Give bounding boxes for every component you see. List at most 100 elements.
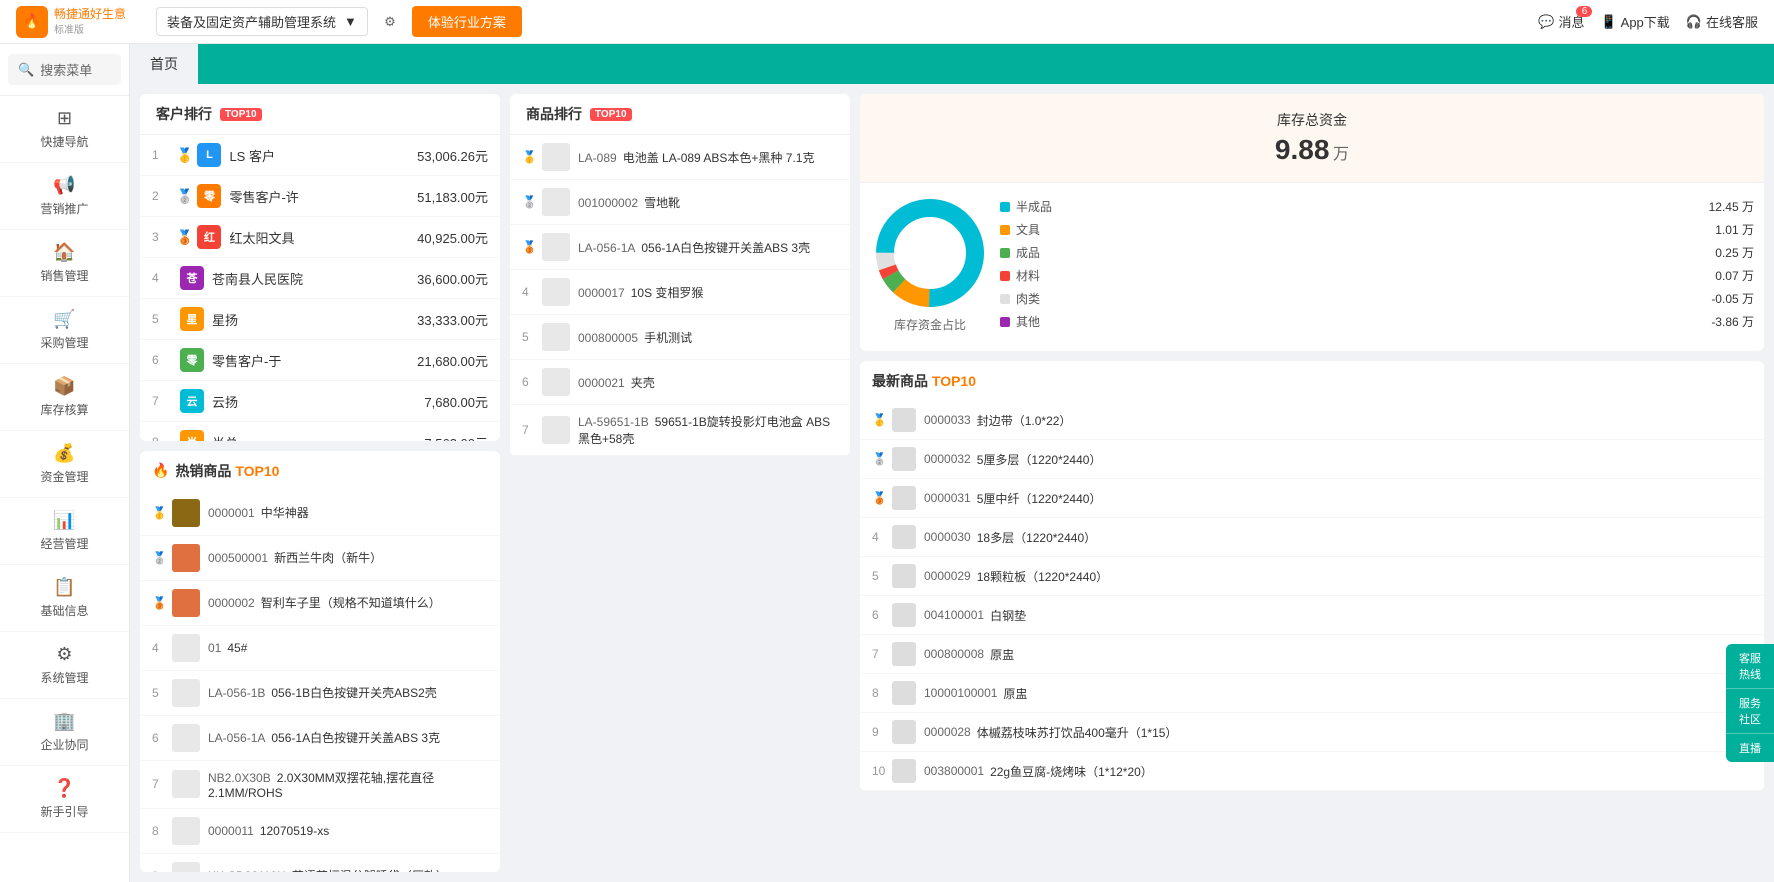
inventory-label: 库存核算 (40, 401, 88, 418)
list-item: 4 0000030 18多层（1220*2440） (860, 518, 1764, 557)
sidebar-item-enterprise[interactable]: 🏢 企业协同 (0, 699, 129, 766)
legend-item: 材料 0.07 万 (1000, 267, 1754, 284)
product-image (172, 634, 200, 662)
purchase-label: 采购管理 (40, 334, 88, 351)
sidebar-item-marketing[interactable]: 📢 营销推广 (0, 163, 129, 230)
sidebar-item-finance[interactable]: 💰 资金管理 (0, 431, 129, 498)
avatar: 零 (197, 184, 221, 208)
inventory-total-label: 库存总资金 (876, 110, 1748, 130)
donut-chart (870, 193, 990, 313)
list-item: 8 10000100001 原盅 (860, 674, 1764, 713)
legend-color (1000, 294, 1010, 304)
list-item: 🥇 0000001中华神器 (140, 491, 500, 536)
product-image (172, 544, 200, 572)
search-menu-button[interactable]: 🔍 搜索菜单 (8, 54, 121, 85)
finance-label: 资金管理 (40, 468, 88, 485)
message-icon: 💬 (1538, 14, 1554, 30)
list-item: 8 000001112070519-xs (140, 809, 500, 854)
main-layout: 🔍 搜索菜单 ⊞ 快捷导航 📢 营销推广 🏠 销售管理 🛒 采购管理 📦 库存核… (0, 44, 1774, 882)
medal-icon: 🥇 (176, 147, 193, 164)
chart-label: 库存资金占比 (870, 316, 990, 341)
np-image (892, 720, 916, 744)
sidebar-item-purchase[interactable]: 🛒 采购管理 (0, 297, 129, 364)
table-row: 6 0000021夹壳 (510, 360, 850, 405)
product-image (542, 233, 570, 261)
gear-button[interactable]: ⚙ (376, 8, 404, 36)
phone-icon: 📱 (1600, 14, 1616, 30)
table-row: 5 星 星扬 33,333.00元 (140, 299, 500, 340)
dropdown-icon: ▼ (344, 14, 357, 29)
new-products-label: 最新商品 TOP10 (872, 371, 976, 391)
sidebar-item-quick-nav[interactable]: ⊞ 快捷导航 (0, 96, 129, 163)
marketing-icon: 📢 (53, 175, 75, 196)
logo-text-block: 畅捷通好生意 标准版 (54, 7, 126, 36)
float-service: 客服热线 服务社区 直播 (1726, 644, 1774, 762)
top-bar: 🔥 畅捷通好生意 标准版 装备及固定资产辅助管理系统 ▼ ⚙ 体验行业方案 💬 … (0, 0, 1774, 44)
system-selector[interactable]: 装备及固定资产辅助管理系统 ▼ (156, 7, 368, 36)
middle-panel: 商品排行 TOP10 🥇 LA-089电池盖 LA-089 ABS本色+黑种 7… (510, 84, 850, 882)
np-image (892, 525, 916, 549)
product-ranking-list: 🥇 LA-089电池盖 LA-089 ABS本色+黑种 7.1克 🥈 00100… (510, 135, 850, 456)
product-image (172, 817, 200, 845)
app-download-button[interactable]: 📱 App下载 (1600, 12, 1669, 31)
left-panel: 客户排行 TOP10 1 🥇 L LS 客户 53,006.26元 2 (130, 84, 510, 882)
live-button[interactable]: 直播 (1726, 734, 1774, 762)
table-row: 1 🥇 L LS 客户 53,006.26元 (140, 135, 500, 176)
product-image (172, 679, 200, 707)
right-panel: 库存总资金 9.88 万 (850, 84, 1774, 882)
inventory-icon: 📦 (53, 376, 75, 397)
table-row: 5 000800005手机测试 (510, 315, 850, 360)
medal-icon: 🥉 (176, 229, 193, 246)
sidebar-item-guide[interactable]: ❓ 新手引导 (0, 766, 129, 833)
sidebar-item-base[interactable]: 📋 基础信息 (0, 565, 129, 632)
legend-item: 文具 1.01 万 (1000, 221, 1754, 238)
avatar: 肖 (180, 430, 204, 441)
system-icon: ⚙ (56, 644, 72, 665)
sales-label: 销售管理 (40, 267, 88, 284)
list-item: 🥇 0000033 封边带（1.0*22） (860, 401, 1764, 440)
content-area: 首页 客户排行 TOP10 1 🥇 L LS 客户 (130, 44, 1774, 882)
product-ranking-title: 商品排行 (526, 104, 582, 124)
table-row: 2 🥈 零 零售客户-许 51,183.00元 (140, 176, 500, 217)
service-label: 在线客服 (1706, 12, 1758, 31)
sidebar-item-system[interactable]: ⚙ 系统管理 (0, 632, 129, 699)
sidebar-item-operation[interactable]: 📊 经营管理 (0, 498, 129, 565)
sidebar-item-inventory[interactable]: 📦 库存核算 (0, 364, 129, 431)
search-icon: 🔍 (18, 62, 34, 78)
sales-icon: 🏠 (53, 242, 75, 263)
page-content: 客户排行 TOP10 1 🥇 L LS 客户 53,006.26元 2 (130, 84, 1774, 882)
top-right-actions: 💬 消息 6 📱 App下载 🎧 在线客服 (1538, 12, 1758, 31)
inventory-card: 库存总资金 9.88 万 (860, 94, 1764, 351)
avatar: 红 (197, 225, 221, 249)
tab-home[interactable]: 首页 (130, 44, 198, 84)
customer-service-button[interactable]: 客服热线 (1726, 644, 1774, 689)
avatar: 苍 (180, 266, 204, 290)
np-image (892, 408, 916, 432)
online-service-button[interactable]: 🎧 在线客服 (1686, 12, 1758, 31)
inventory-legend: 半成品 12.45 万 文具 1.01 万 成品 0 (1000, 198, 1754, 336)
product-image (542, 278, 570, 306)
sidebar-item-sales[interactable]: 🏠 销售管理 (0, 230, 129, 297)
message-button[interactable]: 💬 消息 6 (1538, 12, 1584, 31)
search-label: 搜索菜单 (40, 60, 92, 79)
table-row: 7 云 云扬 7,680.00元 (140, 381, 500, 422)
product-image (172, 724, 200, 752)
table-row: 🥉 LA-056-1A056-1A白色按键开关盖ABS 3壳 (510, 225, 850, 270)
product-ranking-header: 商品排行 TOP10 (510, 94, 850, 135)
service-community-button[interactable]: 服务社区 (1726, 689, 1774, 734)
legend-color (1000, 248, 1010, 258)
logo-area: 🔥 畅捷通好生意 标准版 (16, 6, 146, 38)
product-image (542, 416, 570, 444)
message-badge: 6 (1576, 6, 1592, 17)
table-row: 3 🥉 红 红太阳文具 40,925.00元 (140, 217, 500, 258)
np-image (892, 447, 916, 471)
product-image (542, 323, 570, 351)
customer-ranking-card: 客户排行 TOP10 1 🥇 L LS 客户 53,006.26元 2 (140, 94, 500, 441)
np-image (892, 642, 916, 666)
trial-button[interactable]: 体验行业方案 (412, 6, 522, 37)
operation-label: 经营管理 (40, 535, 88, 552)
system-name: 装备及固定资产辅助管理系统 (167, 12, 336, 31)
list-item: 🥈 000500001新西兰牛肉（新牛） (140, 536, 500, 581)
enterprise-label: 企业协同 (40, 736, 88, 753)
list-item: 7 000800008 原盅 (860, 635, 1764, 674)
